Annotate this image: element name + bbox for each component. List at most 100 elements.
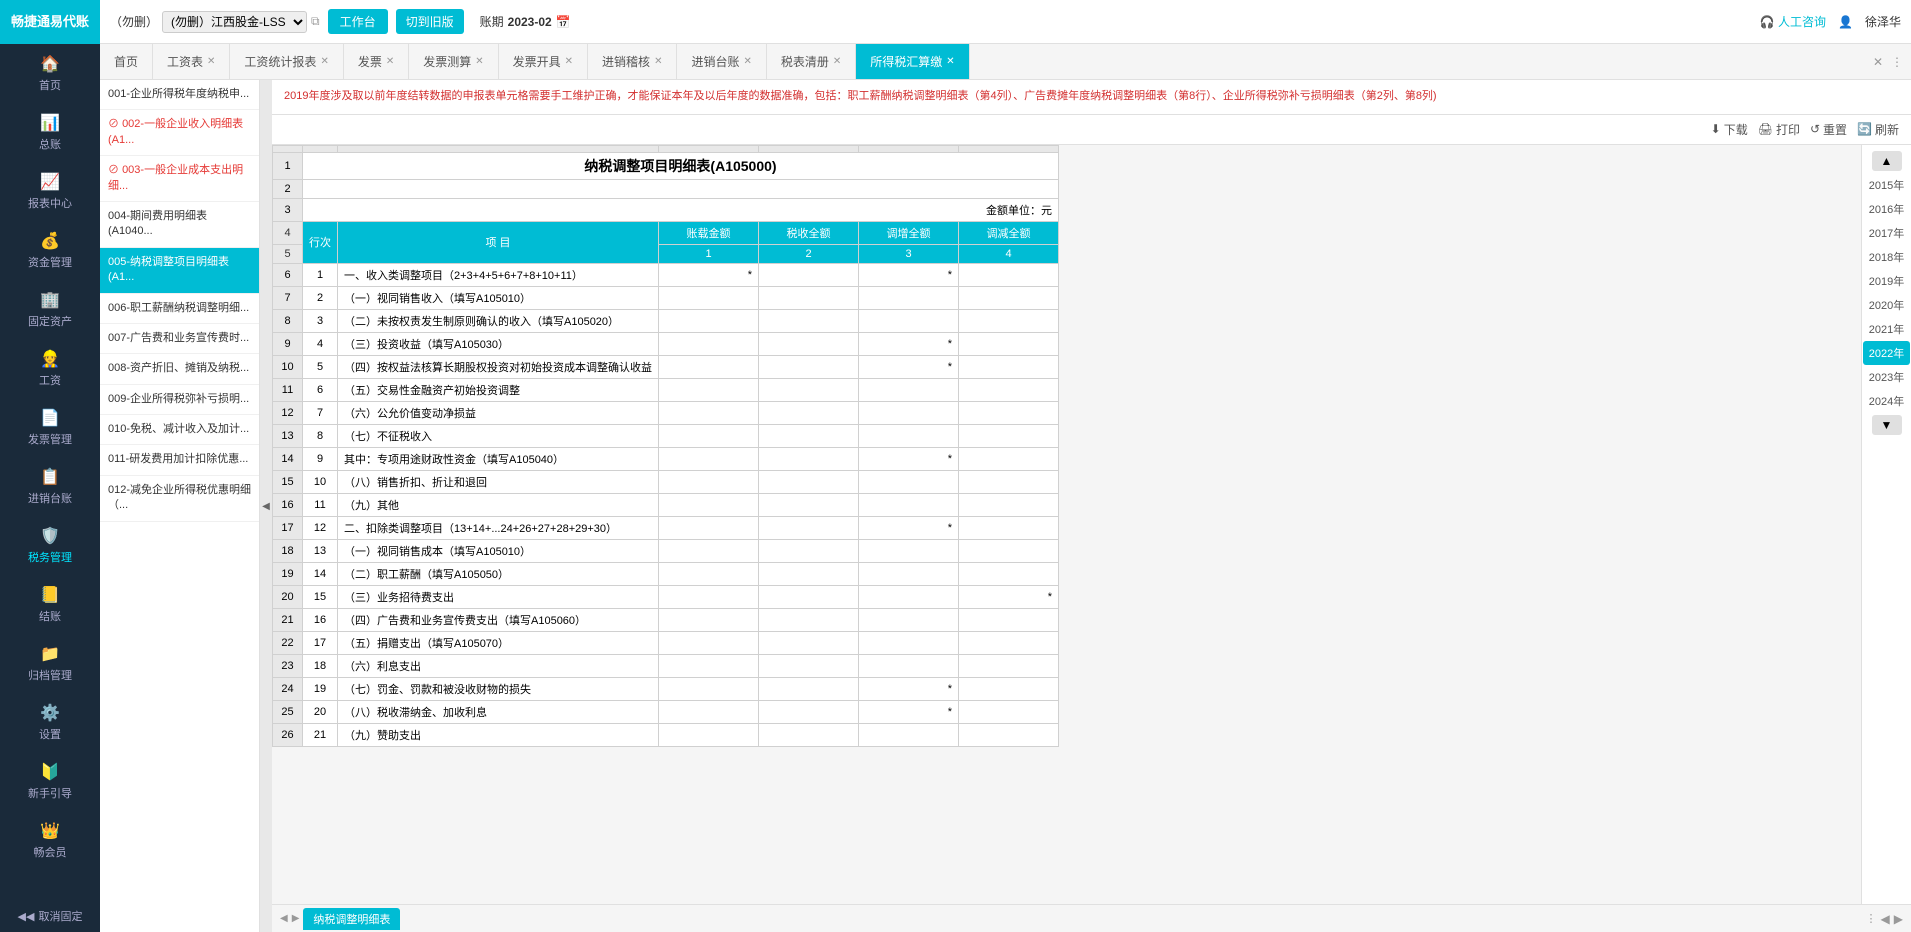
data-cell-1[interactable] [659,677,759,700]
data-cell-4[interactable] [959,493,1059,516]
data-cell-1[interactable] [659,608,759,631]
data-cell-2[interactable] [759,332,859,355]
data-cell-2[interactable] [759,631,859,654]
data-cell-4[interactable] [959,631,1059,654]
data-cell-1[interactable] [659,562,759,585]
data-cell-4[interactable] [959,286,1059,309]
sheet-nav-left[interactable]: ◀ [280,913,288,924]
data-cell-2[interactable] [759,286,859,309]
data-cell-3[interactable] [859,470,959,493]
tab-invoice-calc[interactable]: 发票测算✕ [409,44,498,79]
sidebar-item-purchase-sales[interactable]: 📋 进销台账 [0,457,100,516]
sidebar-item-fixed-assets[interactable]: 🏢 固定资产 [0,280,100,339]
year-item[interactable]: 2022年 [1863,341,1910,365]
data-cell-4[interactable] [959,723,1059,746]
workspace-button[interactable]: 工作台 [328,9,388,34]
tab-purchase-ledger[interactable]: 进销台账✕ [677,44,766,79]
close-icon[interactable]: ✕ [320,56,328,67]
left-item-007[interactable]: 007-广告费和业务宣传费时... [100,324,259,354]
name-cell[interactable]: （四）广告费和业务宣传费支出（填写A105060） [338,608,659,631]
name-cell[interactable]: 二、扣除类调整项目（13+14+...24+26+27+28+29+30） [338,516,659,539]
back-old-button[interactable]: 切到旧版 [396,9,464,34]
data-cell-1[interactable]: * [659,263,759,286]
data-cell-2[interactable] [759,263,859,286]
sidebar-item-settings[interactable]: ⚙️ 设置 [0,693,100,752]
data-cell-2[interactable] [759,516,859,539]
name-cell[interactable]: （八）销售折扣、折让和退回 [338,470,659,493]
name-cell[interactable]: （五）捐赠支出（填写A105070） [338,631,659,654]
name-cell[interactable]: （四）按权益法核算长期股权投资对初始投资成本调整确认收益 [338,355,659,378]
data-cell-1[interactable] [659,493,759,516]
data-cell-1[interactable] [659,378,759,401]
tab-home[interactable]: 首页 [100,44,153,79]
tab-salary-report[interactable]: 工资统计报表✕ [230,44,343,79]
data-cell-3[interactable] [859,562,959,585]
name-cell[interactable]: （三）业务招待费支出 [338,585,659,608]
name-cell[interactable]: （二）未按权责发生制原则确认的收入（填写A105020） [338,309,659,332]
data-cell-1[interactable] [659,332,759,355]
left-item-003[interactable]: ⊘ 003-一般企业成本支出明细... [100,156,259,202]
company-select[interactable]: (勿删）江西股金-LSS [162,11,307,33]
data-cell-2[interactable] [759,585,859,608]
data-cell-3[interactable] [859,493,959,516]
data-cell-1[interactable] [659,516,759,539]
data-cell-4[interactable] [959,263,1059,286]
tab-tax-list[interactable]: 税表清册✕ [767,44,856,79]
data-cell-4[interactable] [959,562,1059,585]
data-cell-2[interactable] [759,355,859,378]
sidebar-item-general-ledger[interactable]: 📊 总账 [0,103,100,162]
data-cell-4[interactable] [959,654,1059,677]
name-cell[interactable]: （五）交易性金融资产初始投资调整 [338,378,659,401]
close-icon[interactable]: ✕ [475,56,483,67]
year-item[interactable]: 2015年 [1863,173,1910,197]
data-cell-2[interactable] [759,493,859,516]
user-avatar[interactable]: 👤 [1838,15,1853,29]
left-item-001[interactable]: 001-企业所得税年度纳税申... [100,80,259,110]
data-cell-1[interactable] [659,539,759,562]
data-cell-3[interactable]: * [859,355,959,378]
year-item[interactable]: 2021年 [1863,317,1910,341]
close-all-icon[interactable]: ✕ [1873,55,1883,69]
data-cell-4[interactable] [959,378,1059,401]
data-cell-4[interactable] [959,332,1059,355]
name-cell[interactable]: （六）利息支出 [338,654,659,677]
sidebar-item-close-account[interactable]: 📒 结账 [0,575,100,634]
more-tabs-icon[interactable]: ⋮ [1891,55,1903,69]
data-cell-2[interactable] [759,723,859,746]
name-cell[interactable]: （六）公允价值变动净损益 [338,401,659,424]
left-item-004[interactable]: 004-期间费用明细表(A1040... [100,202,259,248]
data-cell-1[interactable] [659,631,759,654]
data-cell-3[interactable]: * [859,332,959,355]
data-cell-3[interactable] [859,585,959,608]
tab-income-tax[interactable]: 所得税汇算缴✕ [856,44,969,79]
sidebar-item-reports[interactable]: 📈 报表中心 [0,162,100,221]
left-item-008[interactable]: 008-资产折旧、摊销及纳税... [100,354,259,384]
data-cell-2[interactable] [759,654,859,677]
download-button[interactable]: ⬇ 下载 [1711,121,1748,138]
name-cell[interactable]: （一）视同销售成本（填写A105010） [338,539,659,562]
tab-invoice-open[interactable]: 发票开具✕ [499,44,588,79]
data-cell-4[interactable] [959,539,1059,562]
data-cell-2[interactable] [759,677,859,700]
data-cell-2[interactable] [759,401,859,424]
copy-icon[interactable]: ⧉ [311,14,320,29]
scroll-left-btn[interactable]: ◀ [1881,912,1890,926]
data-cell-4[interactable] [959,401,1059,424]
data-cell-4[interactable] [959,355,1059,378]
data-cell-3[interactable] [859,654,959,677]
data-cell-2[interactable] [759,470,859,493]
data-cell-3[interactable] [859,539,959,562]
close-icon[interactable]: ✕ [833,56,841,67]
left-item-012[interactable]: 012-减免企业所得税优惠明细（... [100,476,259,522]
data-cell-1[interactable] [659,700,759,723]
tab-purchase-check[interactable]: 进销稽核✕ [588,44,677,79]
name-cell[interactable]: （三）投资收益（填写A105030） [338,332,659,355]
print-button[interactable]: 🖨 打印 [1758,121,1800,138]
year-item[interactable]: 2016年 [1863,197,1910,221]
left-item-006[interactable]: 006-职工薪酬纳税调整明细... [100,294,259,324]
data-cell-1[interactable] [659,286,759,309]
data-cell-1[interactable] [659,355,759,378]
year-down-btn[interactable]: ▼ [1872,415,1902,435]
sidebar-item-invoice[interactable]: 📄 发票管理 [0,398,100,457]
data-cell-1[interactable] [659,470,759,493]
